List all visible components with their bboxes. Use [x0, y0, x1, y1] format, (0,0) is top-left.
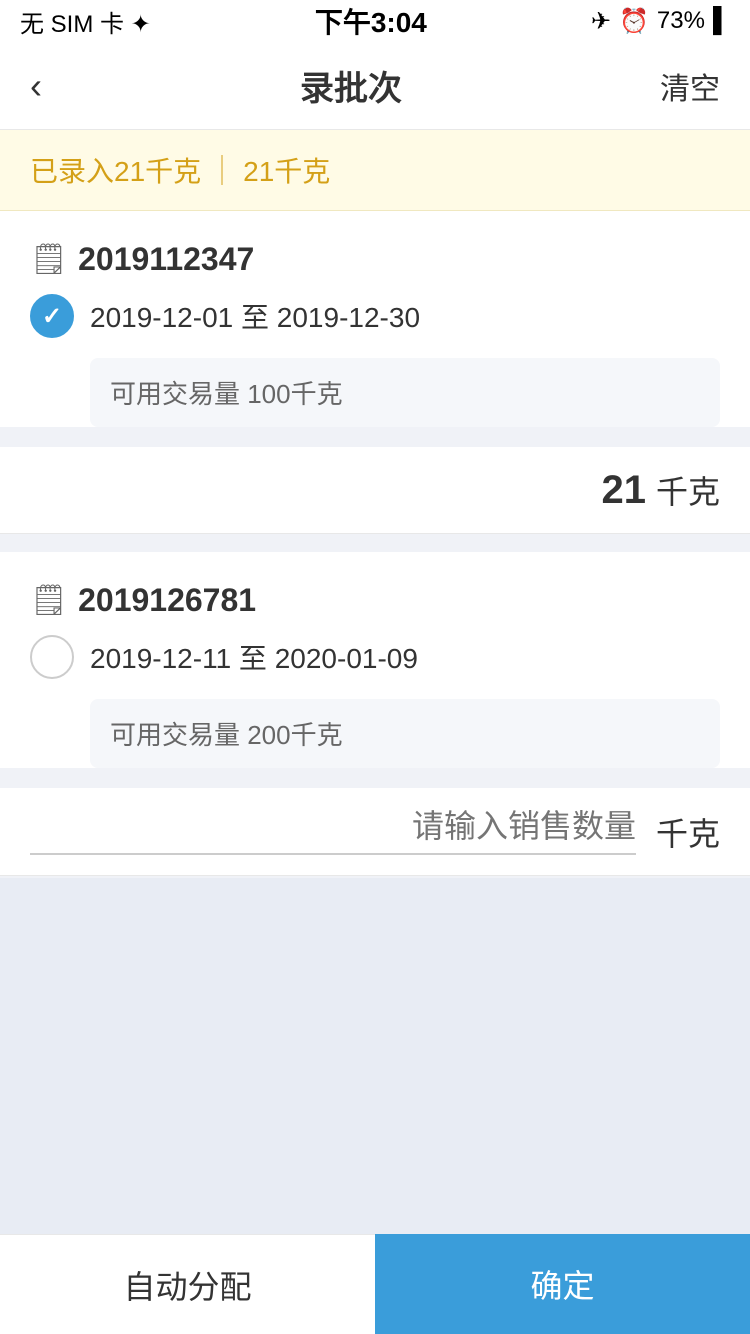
- batch1-quantity-unit: 千克: [656, 467, 720, 513]
- batch2-header: 🗒 2019126781: [30, 582, 720, 619]
- banner-divider: [221, 155, 223, 185]
- total-amount: 21千克: [243, 150, 330, 190]
- confirm-button[interactable]: 确定: [375, 1234, 750, 1334]
- alarm-icon: ⏰: [619, 7, 649, 36]
- status-bar-left: 无 SIM 卡 ✦: [20, 4, 151, 39]
- info-banner: 已录入21千克 21千克: [0, 130, 750, 211]
- batch2-quantity-unit: 千克: [656, 809, 720, 855]
- batch2-date-row: 2019-12-11 至 2020-01-09: [30, 635, 720, 679]
- recorded-amount: 已录入21千克: [30, 150, 201, 190]
- batch1-available-text: 可用交易量 100千克: [110, 379, 343, 409]
- batch1-icon: 🗒: [30, 242, 68, 277]
- batch-item-2: 🗒 2019126781 2019-12-11 至 2020-01-09 可用交…: [0, 552, 750, 768]
- batch1-date-range: 2019-12-01 至 2019-12-30: [90, 296, 420, 336]
- batch-item-1: 🗒 2019112347 2019-12-01 至 2019-12-30 可用交…: [0, 211, 750, 427]
- section-divider: [0, 536, 750, 552]
- batch1-quantity-row: 21 千克: [0, 447, 750, 534]
- status-bar: 无 SIM 卡 ✦ 下午3:04 ✈ ⏰ 73% ▌: [0, 0, 750, 42]
- batch2-quantity-input[interactable]: [30, 808, 636, 854]
- batch2-icon: 🗒: [30, 583, 68, 618]
- batch1-available-box: 可用交易量 100千克: [90, 358, 720, 427]
- batch1-radio[interactable]: [30, 294, 74, 338]
- clear-button[interactable]: 清空: [660, 64, 720, 108]
- back-button[interactable]: ‹: [30, 65, 42, 107]
- battery-icon: ▌: [713, 7, 730, 35]
- batch2-date-range: 2019-12-11 至 2020-01-09: [90, 637, 418, 677]
- batch2-available-text: 可用交易量 200千克: [110, 720, 343, 750]
- batch1-id: 2019112347: [78, 241, 254, 278]
- page-title: 录批次: [300, 61, 402, 110]
- batch1-date-row: 2019-12-01 至 2019-12-30: [30, 294, 720, 338]
- batch2-id: 2019126781: [78, 582, 256, 619]
- status-bar-time: 下午3:04: [315, 1, 427, 41]
- status-bar-right: ✈ ⏰ 73% ▌: [591, 7, 730, 36]
- batch2-quantity-row[interactable]: 千克: [0, 788, 750, 876]
- sim-status: 无 SIM 卡 ✦: [20, 4, 151, 39]
- batch2-available-box: 可用交易量 200千克: [90, 699, 720, 768]
- batch1-quantity-value: 21: [601, 468, 646, 513]
- battery-percent: 73%: [657, 7, 705, 35]
- location-icon: ✈: [591, 7, 611, 36]
- bottom-bar: 自动分配 确定: [0, 1234, 750, 1334]
- nav-bar: ‹ 录批次 清空: [0, 42, 750, 130]
- batch1-header: 🗒 2019112347: [30, 241, 720, 278]
- batch2-input-wrapper: [30, 808, 636, 855]
- batch2-radio[interactable]: [30, 635, 74, 679]
- auto-distribute-button[interactable]: 自动分配: [0, 1234, 375, 1334]
